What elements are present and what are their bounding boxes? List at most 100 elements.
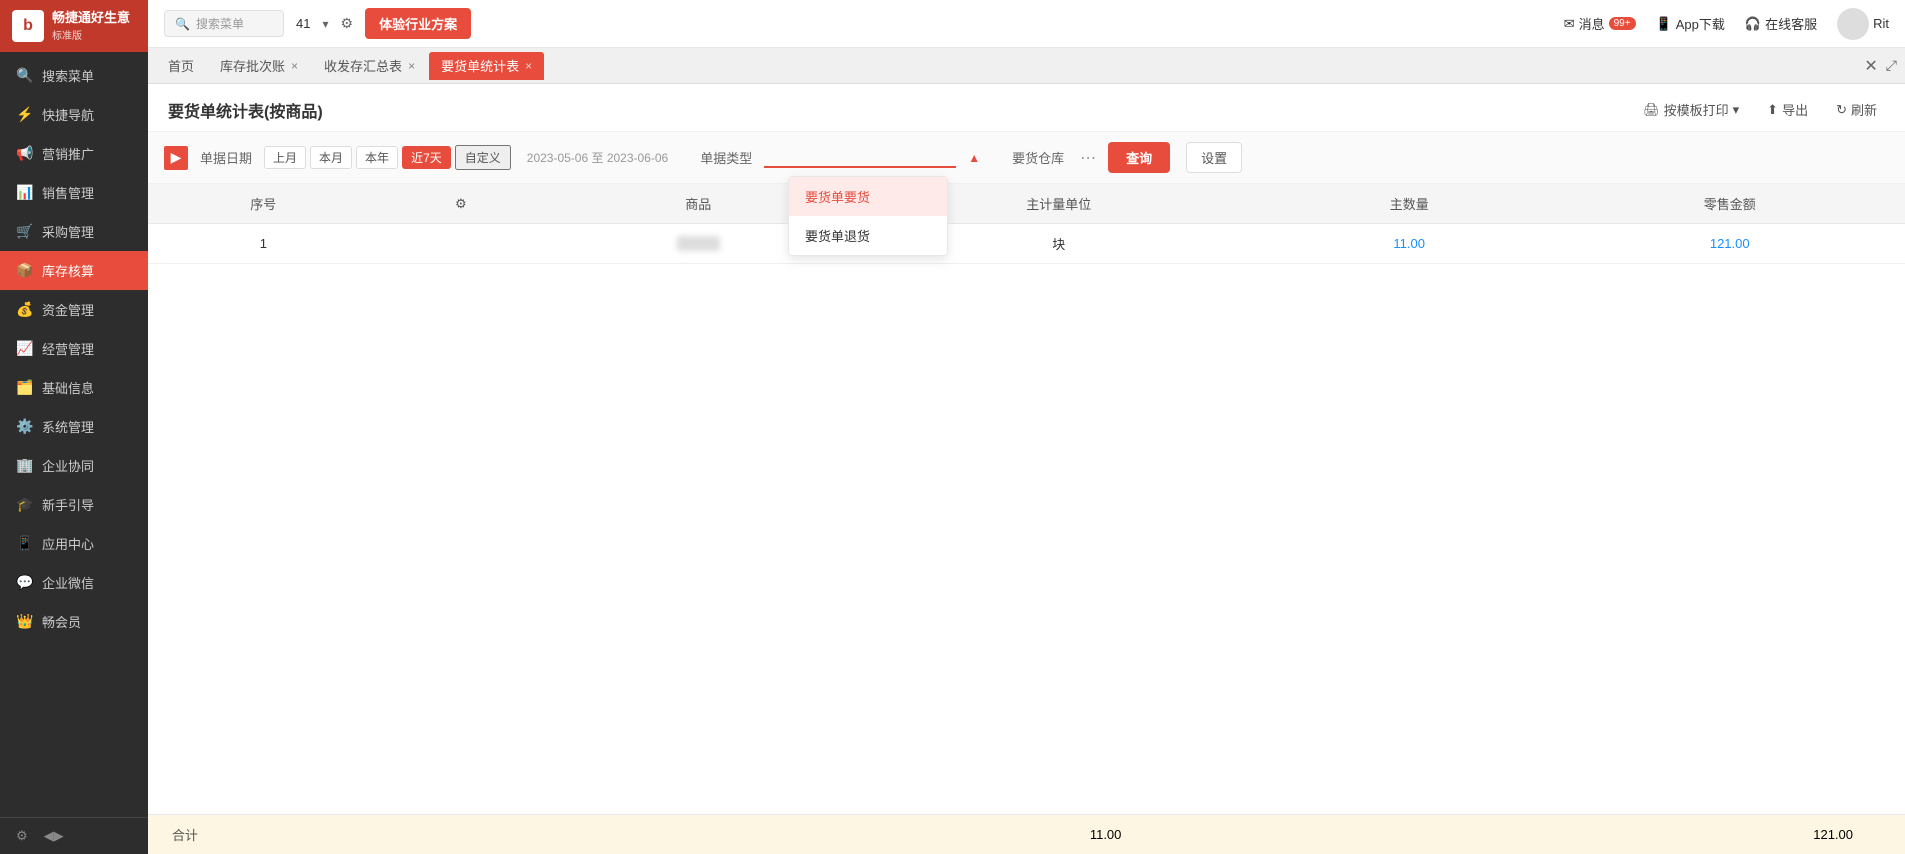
service-btn[interactable]: 🎧 在线客服: [1745, 14, 1817, 33]
tab-label: 库存批次账: [220, 56, 285, 75]
main-content: 🔍 搜索菜单 41 ▾ ⚙ 体验行业方案 ✉ 消息 99+ 📱 App下载 🎧 …: [148, 0, 1905, 854]
filter-warehouse-label: 要货仓库: [1012, 148, 1064, 167]
topbar-gear-icon[interactable]: ⚙: [341, 15, 354, 32]
cell-quantity[interactable]: 11.00: [1264, 224, 1555, 264]
message-btn[interactable]: ✉ 消息 99+: [1564, 14, 1636, 33]
sidebar-item-quicknav[interactable]: ⚡ 快捷导航: [0, 95, 148, 134]
sidebar-item-member[interactable]: 👑 畅会员: [0, 602, 148, 641]
sidebar-item-label: 系统管理: [42, 417, 94, 436]
sidebar-item-label: 畅会员: [42, 612, 81, 631]
tabbar: 首页 库存批次账 × 收发存汇总表 × 要货单统计表 × ✕ ⤢: [148, 48, 1905, 84]
sidebar-collapse-btn[interactable]: ◀▶: [44, 828, 64, 844]
user-menu-btn[interactable]: Rit: [1837, 8, 1889, 40]
filter-settings-btn[interactable]: 设置: [1186, 142, 1242, 173]
settings-col-header[interactable]: ⚙: [379, 184, 543, 224]
dropdown-item-order-goods[interactable]: 要货单要货: [789, 177, 947, 216]
tab-label: 收发存汇总表: [324, 56, 402, 75]
sidebar-item-system[interactable]: ⚙️ 系统管理: [0, 407, 148, 446]
filter-type-dropdown: 要货单要货 要货单退货: [788, 176, 948, 256]
sidebar-item-inventory[interactable]: 📦 库存核算: [0, 251, 148, 290]
tab-receive-send-summary[interactable]: 收发存汇总表 ×: [312, 52, 427, 80]
cell-index: 1: [148, 224, 379, 264]
wechat-icon: 💬: [16, 574, 34, 592]
export-icon: ⬆: [1767, 102, 1778, 118]
operations-icon: 📈: [16, 340, 34, 358]
date-filter-label: 单据日期: [200, 148, 252, 167]
filter-custom-btn[interactable]: 自定义: [455, 145, 511, 170]
sidebar-item-guide[interactable]: 🎓 新手引导: [0, 485, 148, 524]
sidebar-item-purchase[interactable]: 🛒 采购管理: [0, 212, 148, 251]
product-name-blurred: [677, 236, 720, 251]
tabbar-expand-btn[interactable]: ⤢: [1886, 57, 1897, 74]
tab-order-stats[interactable]: 要货单统计表 ×: [429, 52, 544, 80]
table-footer: 合计 11.00 121.00: [148, 814, 1905, 854]
sidebar-item-marketing[interactable]: 📢 营销推广: [0, 134, 148, 173]
sidebar-settings-btn[interactable]: ⚙: [16, 828, 28, 844]
filter-this-month-btn[interactable]: 本月: [310, 146, 352, 169]
sidebar-item-search[interactable]: 🔍 搜索菜单: [0, 56, 148, 95]
tab-close-icon[interactable]: ×: [408, 59, 415, 73]
cell-settings: [379, 224, 543, 264]
filter-last-7days-btn[interactable]: 近7天: [402, 146, 451, 169]
message-label: 消息: [1579, 14, 1605, 33]
sidebar-item-basic[interactable]: 🗂️ 基础信息: [0, 368, 148, 407]
cell-amount[interactable]: 121.00: [1554, 224, 1905, 264]
footer-total-label: 合计: [160, 825, 198, 844]
tabbar-actions: ✕ ⤢: [1864, 56, 1897, 76]
service-label: 在线客服: [1765, 14, 1817, 33]
sidebar-item-appstore[interactable]: 📱 应用中心: [0, 524, 148, 563]
tab-inventory-batch[interactable]: 库存批次账 ×: [208, 52, 310, 80]
dropdown-item-order-return[interactable]: 要货单退货: [789, 216, 947, 255]
filter-query-btn[interactable]: 查询: [1108, 142, 1170, 173]
tab-close-active-icon[interactable]: ×: [525, 59, 532, 73]
search-menu-btn[interactable]: 🔍 搜索菜单: [164, 10, 284, 37]
footer-quantity: 11.00: [218, 827, 1793, 842]
filter-last-month-btn[interactable]: 上月: [264, 146, 306, 169]
filter-expand-btn[interactable]: ▶: [164, 146, 188, 170]
filter-type-input[interactable]: [764, 147, 956, 168]
sidebar-header: b 畅捷通好生意 标准版: [0, 0, 148, 52]
filter-this-year-btn[interactable]: 本年: [356, 146, 398, 169]
filter-date-btns: 上月 本月 本年 近7天 自定义: [264, 145, 511, 170]
export-btn[interactable]: ⬆ 导出: [1759, 96, 1816, 123]
tabbar-close-all-btn[interactable]: ✕: [1864, 56, 1877, 76]
trial-btn[interactable]: 体验行业方案: [365, 8, 471, 39]
filter-more-btn[interactable]: ⋯: [1080, 148, 1096, 168]
sidebar-item-label: 采购管理: [42, 222, 94, 241]
print-template-btn[interactable]: 🖨 按模板打印 ▾: [1635, 96, 1747, 123]
sidebar-item-label: 资金管理: [42, 300, 94, 319]
refresh-icon: ↻: [1836, 102, 1847, 118]
message-icon: ✉: [1564, 16, 1575, 32]
filter-chevron-up-icon[interactable]: ▲: [968, 151, 980, 165]
col-index: 序号: [148, 184, 379, 224]
tab-close-icon[interactable]: ×: [291, 59, 298, 73]
message-badge: 99+: [1609, 17, 1636, 30]
sidebar-item-label: 营销推广: [42, 144, 94, 163]
page-content: 要货单统计表(按商品) 🖨 按模板打印 ▾ ⬆ 导出 ↻ 刷新 ▶: [148, 84, 1905, 854]
tab-home[interactable]: 首页: [156, 56, 206, 75]
quicknav-icon: ⚡: [16, 106, 34, 124]
app-download-btn[interactable]: 📱 App下载: [1656, 14, 1725, 33]
sidebar-item-enterprise[interactable]: 🏢 企业协同: [0, 446, 148, 485]
filter-bar: ▶ 单据日期 上月 本月 本年 近7天 自定义 2023-05-06 至 202…: [148, 132, 1905, 184]
sidebar-nav: 🔍 搜索菜单 ⚡ 快捷导航 📢 营销推广 📊 销售管理 🛒 采购管理 📦 库存核…: [0, 52, 148, 817]
topbar-chevron-icon[interactable]: ▾: [322, 17, 328, 31]
sidebar-item-wechat[interactable]: 💬 企业微信: [0, 563, 148, 602]
sidebar-item-label: 新手引导: [42, 495, 94, 514]
basic-icon: 🗂️: [16, 379, 34, 397]
sidebar-item-operations[interactable]: 📈 经营管理: [0, 329, 148, 368]
sidebar-item-label: 企业协同: [42, 456, 94, 475]
sales-icon: 📊: [16, 184, 34, 202]
print-label: 按模板打印: [1664, 100, 1729, 119]
refresh-btn[interactable]: ↻ 刷新: [1828, 96, 1885, 123]
print-icon: 🖨: [1643, 102, 1660, 118]
search-menu-icon: 🔍: [175, 17, 190, 31]
finance-icon: 💰: [16, 301, 34, 319]
col-amount: 零售金额: [1554, 184, 1905, 224]
sidebar-item-label: 企业微信: [42, 573, 94, 592]
sidebar-item-label: 搜索菜单: [42, 66, 94, 85]
sidebar-item-sales[interactable]: 📊 销售管理: [0, 173, 148, 212]
sidebar-item-finance[interactable]: 💰 资金管理: [0, 290, 148, 329]
refresh-label: 刷新: [1851, 100, 1877, 119]
sidebar-item-label: 库存核算: [42, 261, 94, 280]
